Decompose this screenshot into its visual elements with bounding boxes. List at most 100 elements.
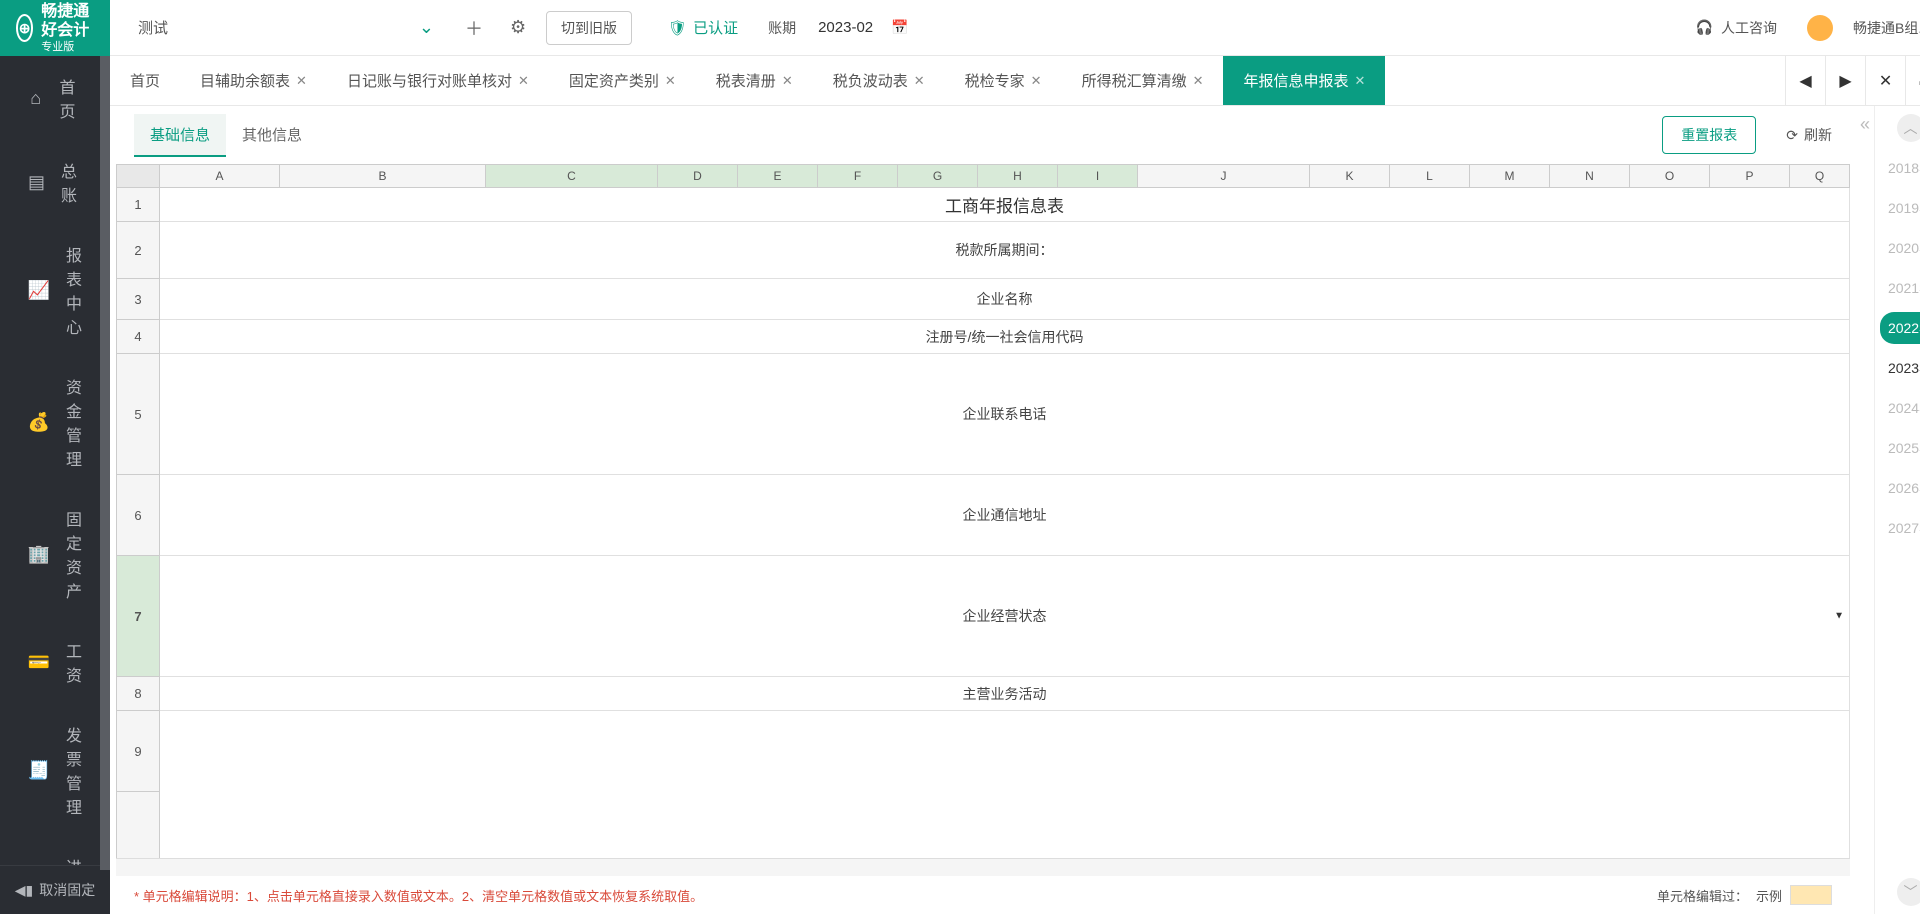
tab-close-icon[interactable]: ✕ xyxy=(782,73,793,89)
column-header[interactable]: A xyxy=(160,164,280,188)
column-header[interactable]: D xyxy=(658,164,738,188)
row-header[interactable]: 7 xyxy=(116,556,160,677)
username[interactable]: 畅捷通B组... xyxy=(1853,18,1920,38)
tabs-fullscreen[interactable]: ⛶ xyxy=(1906,56,1920,105)
settings-icon[interactable]: ⚙ xyxy=(502,12,534,44)
tab[interactable]: 税检专家✕ xyxy=(945,56,1062,105)
column-header[interactable]: E xyxy=(738,164,818,188)
row-header[interactable]: 1 xyxy=(116,188,160,222)
tab-close-icon[interactable]: ✕ xyxy=(518,73,529,89)
tab-close-icon[interactable]: ✕ xyxy=(1031,73,1042,89)
tab-label: 税表清册 xyxy=(716,70,776,91)
tabs-close[interactable]: ✕ xyxy=(1866,56,1906,105)
year-item[interactable]: 2021年 xyxy=(1880,272,1920,304)
year-item[interactable]: 2024年 xyxy=(1880,392,1920,424)
sidebar-item-salary[interactable]: 💳工资 xyxy=(0,620,110,704)
sidebar-item-stock[interactable]: 📊进销台账 xyxy=(0,836,110,865)
sidebar-item-asset[interactable]: 🏢固定资产 xyxy=(0,488,110,620)
row-header[interactable]: 9 xyxy=(116,711,160,792)
sidebar-scrollbar[interactable] xyxy=(100,56,110,870)
year-item[interactable]: 2022年 xyxy=(1880,312,1920,344)
row-header[interactable]: 2 xyxy=(116,222,160,279)
column-header[interactable]: J xyxy=(1138,164,1310,188)
sidebar-item-label: 总账 xyxy=(61,158,82,206)
tab[interactable]: 目辅助余额表✕ xyxy=(180,56,327,105)
tabs-next[interactable]: ▶ xyxy=(1826,56,1866,105)
tab[interactable]: 年报信息申报表✕ xyxy=(1223,56,1385,105)
row-header[interactable]: 8 xyxy=(116,677,160,711)
year-down[interactable]: ﹀ xyxy=(1897,878,1920,906)
collapse-year-panel[interactable]: « xyxy=(1856,106,1874,914)
row-header[interactable]: 5 xyxy=(116,354,160,475)
column-header[interactable]: M xyxy=(1470,164,1550,188)
sub-toolbar: 基础信息其他信息 重置报表 ⟳ 刷新 xyxy=(110,106,1856,164)
ledger-icon: ▤ xyxy=(28,171,45,193)
tab-close-icon[interactable]: ✕ xyxy=(914,73,925,89)
tab[interactable]: 税表清册 ✕ xyxy=(696,56,813,105)
tab-label: 所得税汇算清缴 xyxy=(1082,70,1187,91)
support-link[interactable]: 🎧 人工咨询 xyxy=(1696,18,1777,38)
row-header[interactable]: 3 xyxy=(116,279,160,320)
column-header[interactable]: L xyxy=(1390,164,1470,188)
column-header[interactable]: K xyxy=(1310,164,1390,188)
column-header[interactable]: Q xyxy=(1790,164,1850,188)
year-item[interactable]: 2027年 xyxy=(1880,512,1920,544)
avatar[interactable] xyxy=(1807,15,1833,41)
verified-badge: 🛡 已认证 xyxy=(668,17,738,38)
reset-report-button[interactable]: 重置报表 xyxy=(1662,116,1756,154)
sidebar-item-label: 首页 xyxy=(59,74,82,122)
tab-close-icon[interactable]: ✕ xyxy=(1355,73,1366,89)
column-header[interactable]: H xyxy=(978,164,1058,188)
year-item[interactable]: 2018年 xyxy=(1880,152,1920,184)
year-item[interactable]: 2019年 xyxy=(1880,192,1920,224)
horizontal-scrollbar[interactable] xyxy=(116,858,1850,876)
refresh-icon: ⟳ xyxy=(1786,127,1798,144)
column-header[interactable]: P xyxy=(1710,164,1790,188)
year-item[interactable]: 2023年 xyxy=(1880,352,1920,384)
tab[interactable]: 税负波动表 ✕ xyxy=(813,56,945,105)
sidebar-item-chart[interactable]: 📈报表中心 xyxy=(0,224,110,356)
company-select[interactable]: 测试 ⌄ xyxy=(126,10,446,46)
row-header[interactable]: 6 xyxy=(116,475,160,556)
tab[interactable]: 首页 xyxy=(110,56,180,105)
refresh-button[interactable]: ⟳ 刷新 xyxy=(1786,125,1832,145)
pin-icon: ◀▮ xyxy=(15,882,33,899)
sub-tab[interactable]: 其他信息 xyxy=(226,114,318,157)
unpin-button[interactable]: ◀▮ 取消固定 xyxy=(0,865,110,914)
year-item[interactable]: 2026年 xyxy=(1880,472,1920,504)
tab-label: 税负波动表 xyxy=(833,70,908,91)
row-header[interactable]: 10 xyxy=(116,792,160,858)
tab[interactable]: 所得税汇算清缴 ✕ xyxy=(1062,56,1224,105)
sidebar-item-money[interactable]: 💰资金管理 xyxy=(0,356,110,488)
unpin-label: 取消固定 xyxy=(39,880,95,900)
add-button[interactable]: ＋ xyxy=(458,12,490,44)
column-header[interactable]: N xyxy=(1550,164,1630,188)
sidebar-item-ledger[interactable]: ▤ 总账 xyxy=(0,140,110,224)
column-header[interactable]: G xyxy=(898,164,978,188)
cloud-icon: ⊕ xyxy=(16,14,33,42)
calendar-icon[interactable]: 📅 xyxy=(891,19,908,36)
old-version-button[interactable]: 切到旧版 xyxy=(546,11,632,45)
select-all-cell[interactable] xyxy=(116,164,160,188)
sub-tab[interactable]: 基础信息 xyxy=(134,114,226,157)
year-up[interactable]: ︿ xyxy=(1897,114,1920,142)
period-value[interactable]: 2023-02 xyxy=(818,19,873,36)
year-item[interactable]: 2025年 xyxy=(1880,432,1920,464)
column-header[interactable]: O xyxy=(1630,164,1710,188)
edited-label: 单元格编辑过： xyxy=(1657,886,1748,905)
tabs-prev[interactable]: ◀ xyxy=(1786,56,1826,105)
tab[interactable]: 固定资产类别✕ xyxy=(549,56,696,105)
sidebar-item-invoice[interactable]: 🧾发票管理 xyxy=(0,704,110,836)
year-item[interactable]: 2020年 xyxy=(1880,232,1920,264)
sidebar-item-home[interactable]: ⌂首页 xyxy=(0,56,110,140)
tab-close-icon[interactable]: ✕ xyxy=(296,73,307,89)
tab-close-icon[interactable]: ✕ xyxy=(665,73,676,89)
tab[interactable]: 日记账与银行对账单核对✕ xyxy=(327,56,549,105)
tab-close-icon[interactable]: ✕ xyxy=(1193,73,1204,89)
column-header[interactable]: B xyxy=(280,164,486,188)
column-header[interactable]: C xyxy=(486,164,658,188)
column-header[interactable]: F xyxy=(818,164,898,188)
column-header[interactable]: I xyxy=(1058,164,1138,188)
brand-logo[interactable]: ⊕ 畅捷通好会计 专业版 xyxy=(0,0,110,56)
row-header[interactable]: 4 xyxy=(116,320,160,354)
